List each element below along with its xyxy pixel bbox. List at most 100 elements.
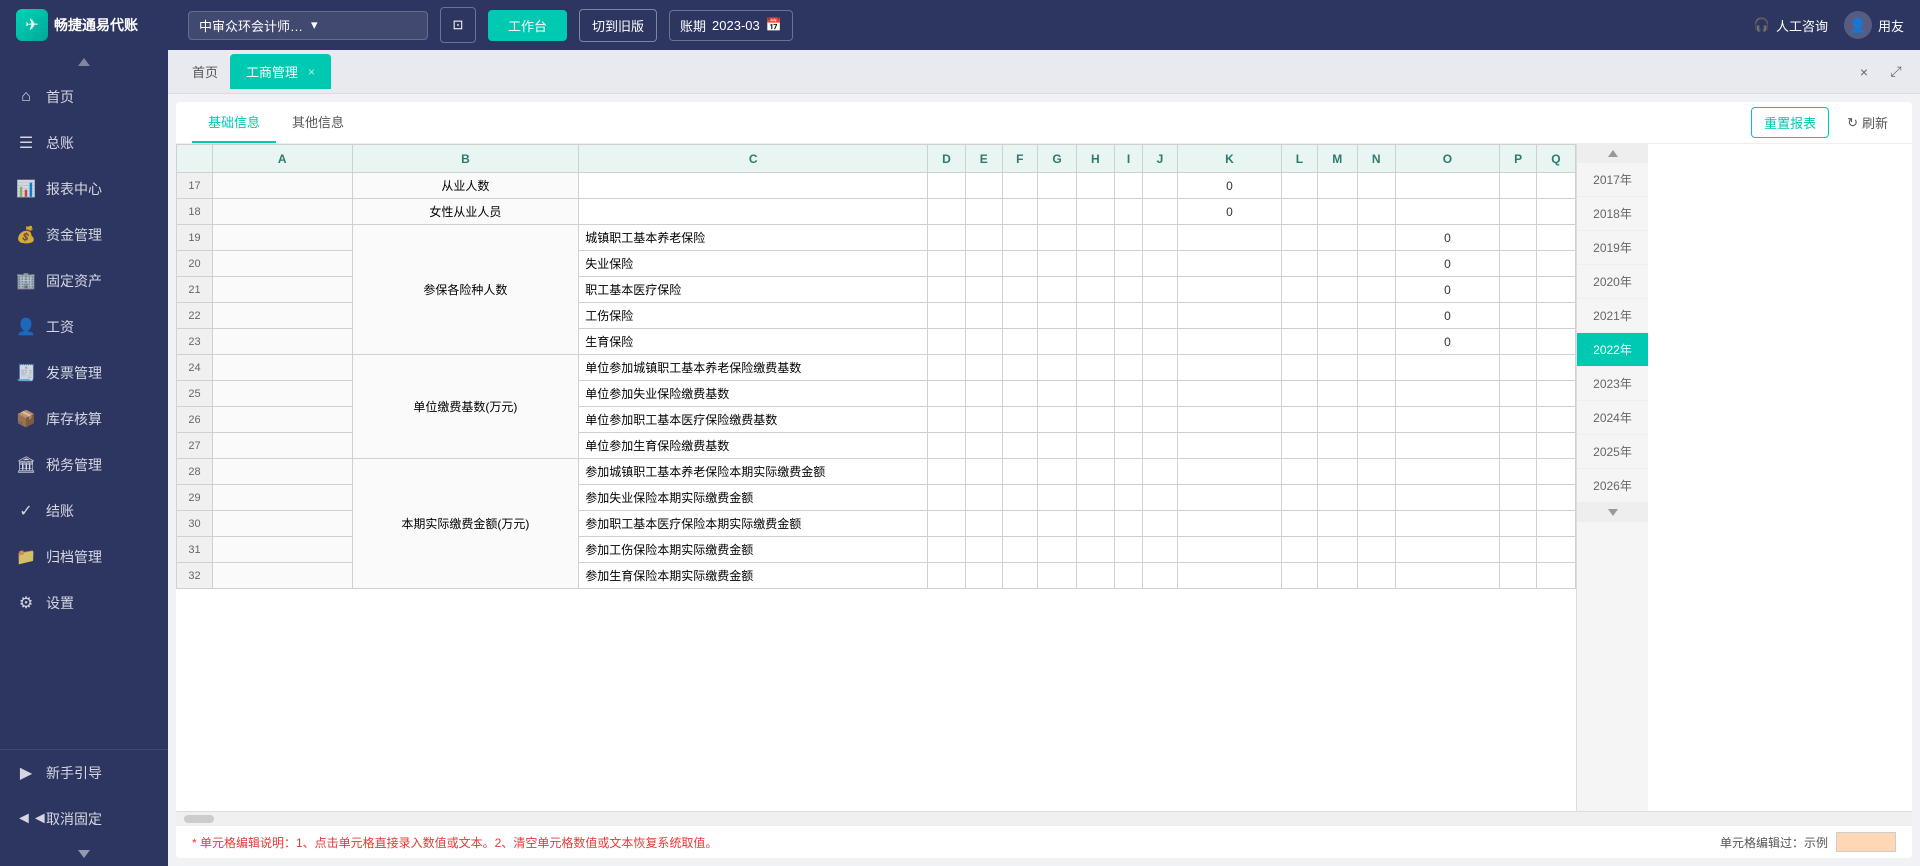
table-cell-c[interactable]: 单位参加失业保险缴费基数 [579,381,928,407]
year-item-2020年[interactable]: 2020年 [1577,265,1648,299]
table-cell[interactable] [928,303,966,329]
table-cell[interactable] [1282,407,1317,433]
table-cell[interactable] [1114,407,1143,433]
table-cell-c[interactable] [579,199,928,225]
table-cell[interactable] [1143,355,1177,381]
table-cell[interactable] [1143,277,1177,303]
table-cell[interactable] [1500,355,1537,381]
table-cell-c[interactable]: 参加工伤保险本期实际缴费金额 [579,537,928,563]
table-cell[interactable] [1536,511,1575,537]
horizontal-scrollbar[interactable] [176,811,1912,825]
table-cell[interactable] [1357,199,1395,225]
table-cell[interactable] [1536,355,1575,381]
table-cell-c[interactable]: 失业保险 [579,251,928,277]
table-cell-k[interactable] [1177,433,1282,459]
table-cell[interactable] [928,563,966,589]
table-cell[interactable] [1114,303,1143,329]
table-cell-c[interactable]: 参加城镇职工基本养老保险本期实际缴费金额 [579,459,928,485]
table-cell[interactable] [1143,199,1177,225]
table-cell[interactable] [1500,563,1537,589]
table-cell[interactable] [1536,433,1575,459]
table-cell-o[interactable] [1395,355,1500,381]
table-cell[interactable] [1002,199,1037,225]
table-cell-k[interactable]: 0 [1177,173,1282,199]
table-cell[interactable] [1002,225,1037,251]
table-cell[interactable] [1500,511,1537,537]
table-cell[interactable] [1002,173,1037,199]
table-cell[interactable] [928,537,966,563]
table-cell[interactable] [1114,511,1143,537]
table-cell[interactable] [1143,329,1177,355]
period-selector[interactable]: 账期 2023-03 📅 [669,10,793,41]
sidebar-scroll-up[interactable] [0,50,168,74]
table-cell[interactable] [1038,381,1077,407]
table-cell-o[interactable] [1395,407,1500,433]
table-cell[interactable] [1114,563,1143,589]
user-menu[interactable]: 👤 用友 [1844,11,1904,39]
table-cell[interactable] [1317,485,1357,511]
sidebar-item-closing[interactable]: ✓ 结账 [0,488,168,534]
scroll-thumb[interactable] [184,815,214,823]
table-cell-o[interactable] [1395,433,1500,459]
table-cell[interactable] [1317,277,1357,303]
table-cell-c[interactable] [579,173,928,199]
table-cell[interactable] [1038,303,1077,329]
table-cell[interactable] [1500,199,1537,225]
table-cell[interactable] [1038,355,1077,381]
sidebar-item-payroll[interactable]: 👤 工资 [0,304,168,350]
table-cell[interactable] [1357,485,1395,511]
table-cell[interactable] [965,199,1002,225]
table-cell[interactable] [1143,381,1177,407]
table-cell-k[interactable] [1177,355,1282,381]
table-cell[interactable] [965,563,1002,589]
table-cell[interactable] [1536,381,1575,407]
table-cell[interactable] [1002,459,1037,485]
table-cell[interactable] [1076,355,1114,381]
sub-tab-basic[interactable]: 基础信息 [192,102,276,143]
sidebar-item-ledger[interactable]: ☰ 总账 [0,120,168,166]
table-cell-a[interactable] [213,303,353,329]
sidebar-item-settings[interactable]: ⚙ 设置 [0,580,168,626]
table-cell[interactable] [1076,381,1114,407]
table-cell-k[interactable] [1177,485,1282,511]
table-cell[interactable] [1114,459,1143,485]
table-cell-c[interactable]: 城镇职工基本养老保险 [579,225,928,251]
table-cell[interactable] [965,303,1002,329]
table-cell-k[interactable]: 0 [1177,199,1282,225]
table-cell[interactable] [1500,173,1537,199]
year-item-2022年[interactable]: 2022年 [1577,333,1648,367]
table-cell[interactable] [1500,537,1537,563]
table-cell[interactable] [1076,251,1114,277]
table-cell[interactable] [1500,407,1537,433]
table-cell[interactable] [1282,329,1317,355]
table-cell[interactable] [1317,537,1357,563]
table-cell[interactable] [1536,537,1575,563]
table-cell[interactable] [965,251,1002,277]
table-cell[interactable] [1143,459,1177,485]
table-cell-c[interactable]: 单位参加职工基本医疗保险缴费基数 [579,407,928,433]
table-cell-b[interactable]: 单位缴费基数(万元) [352,355,579,459]
table-cell-o[interactable] [1395,511,1500,537]
table-cell-o[interactable]: 0 [1395,225,1500,251]
table-cell[interactable] [1114,355,1143,381]
expand-button[interactable]: ⤢ [1884,60,1908,84]
year-item-2024年[interactable]: 2024年 [1577,401,1648,435]
table-cell[interactable] [1317,381,1357,407]
workbench-button[interactable]: 工作台 [488,10,567,41]
table-cell[interactable] [1076,459,1114,485]
table-cell[interactable] [1143,537,1177,563]
table-cell[interactable] [1143,303,1177,329]
table-cell[interactable] [965,329,1002,355]
table-cell-a[interactable] [213,225,353,251]
table-cell-b[interactable]: 从业人数 [352,173,579,199]
table-cell-o[interactable] [1395,459,1500,485]
table-cell[interactable] [1002,329,1037,355]
sidebar-scroll-down[interactable] [0,842,168,866]
table-cell[interactable] [1317,173,1357,199]
table-cell[interactable] [1500,329,1537,355]
table-cell[interactable] [965,485,1002,511]
table-cell[interactable] [1143,485,1177,511]
table-cell[interactable] [1317,225,1357,251]
table-cell[interactable] [1038,537,1077,563]
table-cell-k[interactable] [1177,303,1282,329]
